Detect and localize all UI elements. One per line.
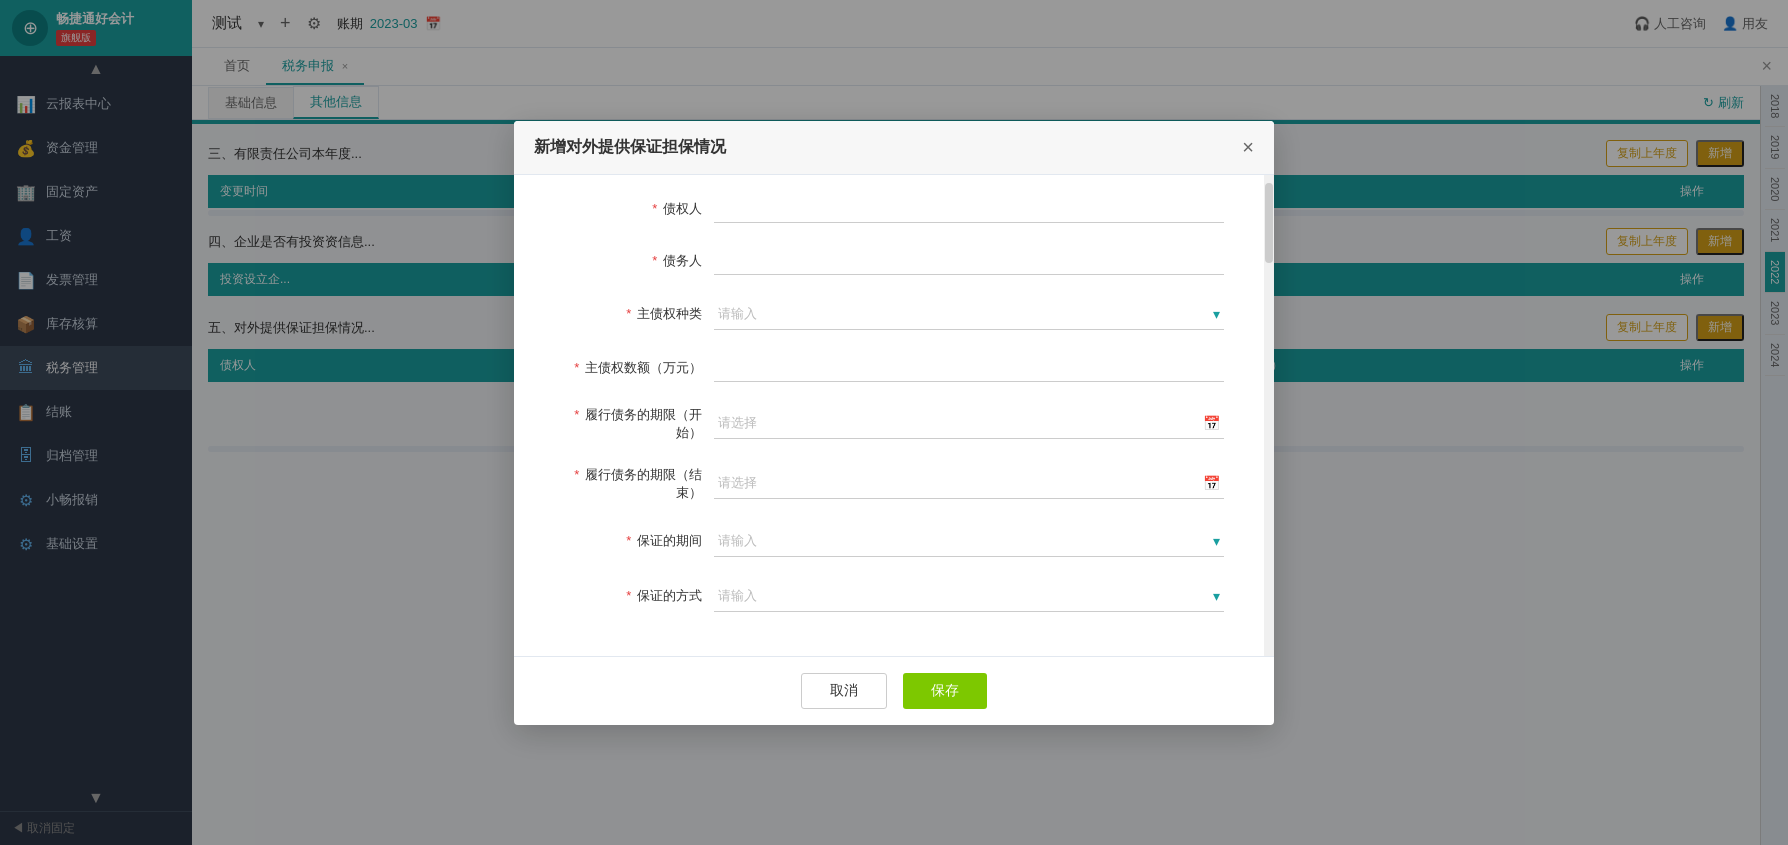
date-placeholder-start: 请选择 [718, 414, 757, 432]
modal-scrollbar-thumb [1265, 183, 1273, 263]
form-label-zhaiwuren: * 债务人 [554, 252, 714, 270]
form-row-zhaiwuren: * 债务人 [554, 247, 1224, 275]
date-placeholder-end: 请选择 [718, 474, 757, 492]
form-row-lvxing-start: * 履行债务的期限（开始） 请选择 📅 [554, 406, 1224, 442]
modal-body: * 债权人 * 债务人 * 主债权种 [514, 175, 1264, 656]
modal-header: 新增对外提供保证担保情况 × [514, 121, 1274, 175]
select-placeholder-period: 请输入 [718, 532, 1213, 550]
form-label-zhuzhaiquan-amount: * 主债权数额（万元） [554, 359, 714, 377]
chevron-down-icon-method: ▾ [1213, 588, 1220, 604]
form-label-zhuzhaiquan-type: * 主债权种类 [554, 305, 714, 323]
modal-close-button[interactable]: × [1242, 137, 1254, 157]
required-mark: * [652, 201, 657, 216]
form-row-lvxing-end: * 履行债务的期限（结束） 请选择 📅 [554, 466, 1224, 502]
input-zhaiwuren[interactable] [714, 247, 1224, 275]
form-row-zhuzhaiquan-amount: * 主债权数额（万元） [554, 354, 1224, 382]
select-baozheng-method[interactable]: 请输入 ▾ [714, 581, 1224, 612]
date-lvxing-end[interactable]: 请选择 📅 [714, 468, 1224, 499]
modal-body-container: * 债权人 * 债务人 * 主债权种 [514, 175, 1274, 656]
required-mark: * [626, 306, 631, 321]
form-row-baozheng-method: * 保证的方式 请输入 ▾ [554, 581, 1224, 612]
modal-title: 新增对外提供保证担保情况 [534, 137, 726, 158]
modal-overlay: 新增对外提供保证担保情况 × * 债权人 * 债务人 [0, 0, 1788, 845]
input-zhuzhaiquan-amount[interactable] [714, 354, 1224, 382]
required-mark: * [574, 467, 579, 482]
form-label-baozheng-method: * 保证的方式 [554, 587, 714, 605]
form-label-lvxing-end: * 履行债务的期限（结束） [554, 466, 714, 502]
required-mark: * [574, 407, 579, 422]
chevron-down-icon-period: ▾ [1213, 533, 1220, 549]
select-zhuzhaiquan-type[interactable]: 请输入 ▾ [714, 299, 1224, 330]
required-mark: * [626, 588, 631, 603]
calendar-icon-end: 📅 [1203, 475, 1220, 491]
form-row-zhuzhaiquan-type: * 主债权种类 请输入 ▾ [554, 299, 1224, 330]
form-label-lvxing-start: * 履行债务的期限（开始） [554, 406, 714, 442]
modal-footer: 取消 保存 [514, 656, 1274, 725]
cancel-button[interactable]: 取消 [801, 673, 887, 709]
calendar-icon-start: 📅 [1203, 415, 1220, 431]
required-mark: * [574, 360, 579, 375]
save-button[interactable]: 保存 [903, 673, 987, 709]
modal-scrollbar[interactable] [1264, 175, 1274, 656]
required-mark: * [626, 533, 631, 548]
form-label-baozheng-period: * 保证的期间 [554, 532, 714, 550]
date-lvxing-start[interactable]: 请选择 📅 [714, 408, 1224, 439]
form-label-zhaiquanren: * 债权人 [554, 200, 714, 218]
select-baozheng-period[interactable]: 请输入 ▾ [714, 526, 1224, 557]
form-row-baozheng-period: * 保证的期间 请输入 ▾ [554, 526, 1224, 557]
select-placeholder-method: 请输入 [718, 587, 1213, 605]
input-zhaiquanren[interactable] [714, 195, 1224, 223]
chevron-down-icon: ▾ [1213, 306, 1220, 322]
select-placeholder: 请输入 [718, 305, 1213, 323]
required-mark: * [652, 253, 657, 268]
modal-dialog: 新增对外提供保证担保情况 × * 债权人 * 债务人 [514, 121, 1274, 725]
form-row-zhaiquanren: * 债权人 [554, 195, 1224, 223]
